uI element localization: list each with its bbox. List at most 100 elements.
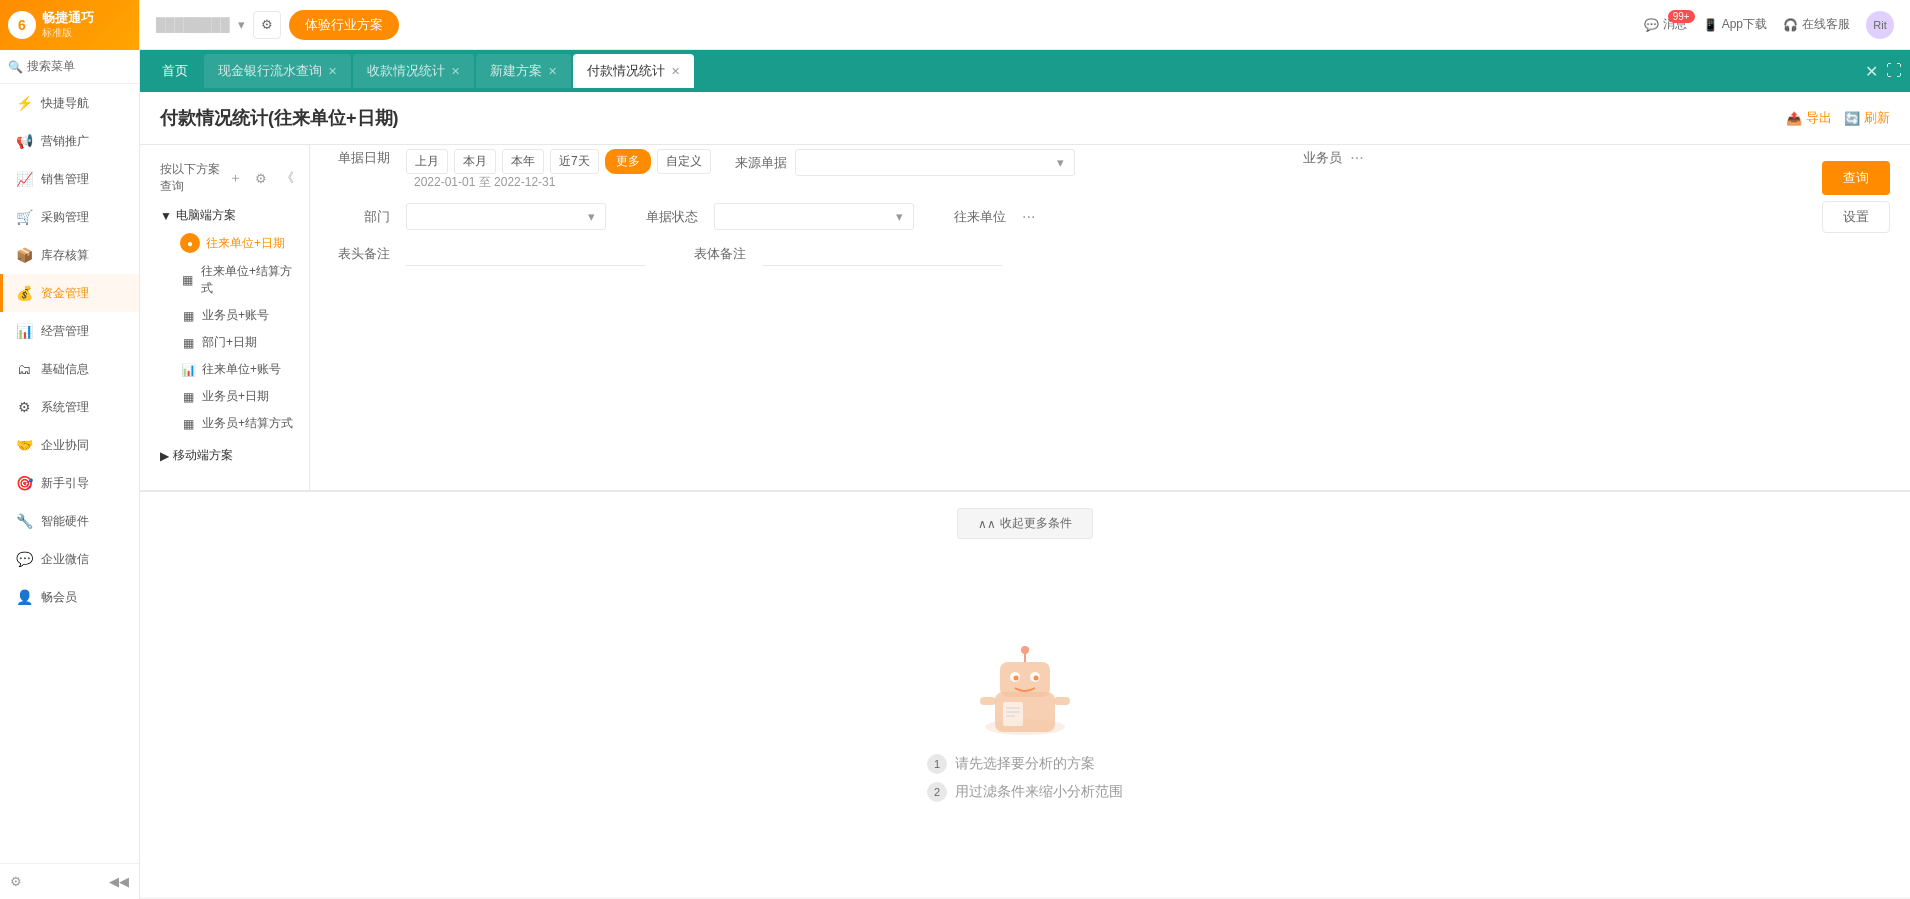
source-control: 来源单据 ▾ (727, 149, 1267, 176)
search-label: 搜索菜单 (27, 58, 75, 75)
tabbar: 首页 现金银行流水查询 ✕ 收款情况统计 ✕ 新建方案 ✕ 付款情况统计 ✕ ✕… (140, 50, 1910, 92)
staff-dots-btn[interactable]: ··· (1350, 149, 1363, 167)
source-select[interactable]: ▾ (795, 149, 1075, 176)
tab-new-scheme-close-icon[interactable]: ✕ (548, 65, 557, 78)
sidebar-search[interactable]: 🔍 搜索菜单 (0, 50, 139, 84)
date-btn-this-year[interactable]: 本年 (502, 149, 544, 174)
tab-bank[interactable]: 现金银行流水查询 ✕ (204, 54, 351, 88)
search-icon: 🔍 (8, 60, 23, 74)
status-select[interactable]: ▾ (714, 203, 914, 230)
sidebar-item-operation[interactable]: 📊 经营管理 (0, 312, 139, 350)
tab-home[interactable]: 首页 (148, 54, 202, 88)
collapse-button[interactable]: ∧∧ 收起更多条件 (957, 508, 1093, 539)
sidebar-item-member[interactable]: 👤 畅会员 (0, 578, 139, 616)
svg-rect-11 (1003, 702, 1023, 726)
query-button[interactable]: 查询 (1822, 161, 1890, 195)
app-download-btn[interactable]: 📱 App下载 (1703, 16, 1767, 33)
export-button[interactable]: 📤 导出 (1786, 109, 1832, 127)
avatar[interactable]: Rit (1866, 11, 1894, 39)
sidebar-item-label: 快捷导航 (41, 95, 89, 112)
scheme-group-mobile-header[interactable]: ▶ 移动端方案 (160, 443, 297, 468)
date-buttons: 上月 本月 本年 近7天 更多 自定义 (406, 149, 711, 174)
scheme-group-desktop-header[interactable]: ▼ 电脑端方案 (160, 203, 297, 228)
sidebar-item-enterprise[interactable]: 🤝 企业协同 (0, 426, 139, 464)
scheme-icon: ▦ (180, 416, 196, 432)
scheme-item-dept-date[interactable]: ▦ 部门+日期 (160, 329, 297, 356)
sidebar-item-wechat[interactable]: 💬 企业微信 (0, 540, 139, 578)
body-note-input[interactable] (762, 242, 1002, 266)
sidebar-item-label: 销售管理 (41, 171, 89, 188)
sales-icon: 📈 (15, 170, 33, 188)
scheme-item-staff-account[interactable]: ▦ 业务员+账号 (160, 302, 297, 329)
filter-main-wrapper: 单据日期 上月 本月 本年 近7天 更多 自定义 2022-01-01 至 20… (310, 145, 1910, 490)
empty-illustration (965, 642, 1085, 742)
tab-payment-close-icon[interactable]: ✕ (671, 65, 680, 78)
date-btn-custom[interactable]: 自定义 (657, 149, 711, 174)
topbar-left: ████████ ▾ ⚙ 体验行业方案 (156, 10, 1636, 40)
tab-maximize-icon[interactable]: ⛶ (1886, 62, 1902, 81)
add-scheme-icon[interactable]: ＋ (225, 168, 245, 188)
tab-payment[interactable]: 付款情况统计 ✕ (573, 54, 694, 88)
account-dropdown-icon[interactable]: ▾ (238, 17, 245, 32)
system-icon: ⚙ (15, 398, 33, 416)
tab-bank-close-icon[interactable]: ✕ (328, 65, 337, 78)
date-btn-last-month[interactable]: 上月 (406, 149, 448, 174)
tab-collect[interactable]: 收款情况统计 ✕ (353, 54, 474, 88)
date-btn-last-7-days[interactable]: 近7天 (550, 149, 599, 174)
date-btn-more[interactable]: 更多 (605, 149, 651, 174)
scheme-item-staff-date[interactable]: ▦ 业务员+日期 (160, 383, 297, 410)
scheme-item-label: 业务员+结算方式 (202, 415, 293, 432)
quick-nav-icon: ⚡ (15, 94, 33, 112)
mobile-scheme-group: ▶ 移动端方案 (160, 443, 297, 468)
avatar-text: Rit (1873, 19, 1886, 31)
footer-collapse-icon[interactable]: ◀◀ (109, 874, 129, 889)
date-control: 上月 本月 本年 近7天 更多 自定义 2022-01-01 至 2022-12… (406, 149, 711, 191)
partner-dots-btn[interactable]: ··· (1022, 208, 1035, 226)
sidebar-item-purchase[interactable]: 🛒 采购管理 (0, 198, 139, 236)
svg-point-10 (1021, 646, 1029, 654)
sidebar-item-inventory[interactable]: 📦 库存核算 (0, 236, 139, 274)
message-btn[interactable]: 💬 消息 99+ (1644, 16, 1687, 33)
refresh-label: 刷新 (1864, 109, 1890, 127)
empty-step-1: 1 请先选择要分析的方案 (927, 754, 1123, 774)
service-btn[interactable]: 🎧 在线客服 (1783, 16, 1850, 33)
sidebar-item-guide[interactable]: 🎯 新手引导 (0, 464, 139, 502)
date-range: 2022-01-01 至 2022-12-31 (414, 174, 711, 191)
refresh-button[interactable]: 🔄 刷新 (1844, 109, 1890, 127)
sidebar-item-hardware[interactable]: 🔧 智能硬件 (0, 502, 139, 540)
chevron-down-icon: ▼ (160, 209, 172, 223)
page-header: 付款情况统计(往来单位+日期) 📤 导出 🔄 刷新 (140, 92, 1910, 145)
sidebar-item-sales[interactable]: 📈 销售管理 (0, 160, 139, 198)
sidebar-item-basic-info[interactable]: 🗂 基础信息 (0, 350, 139, 388)
topbar-settings-btn[interactable]: ⚙ (253, 11, 281, 39)
tab-new-scheme[interactable]: 新建方案 ✕ (476, 54, 571, 88)
filter-settings-button[interactable]: 设置 (1822, 201, 1890, 233)
tab-payment-label: 付款情况统计 (587, 62, 665, 80)
footer-settings-icon[interactable]: ⚙ (10, 874, 22, 889)
trial-button[interactable]: 体验行业方案 (289, 10, 399, 40)
header-note-input[interactable] (406, 242, 646, 266)
sidebar-item-system[interactable]: ⚙ 系统管理 (0, 388, 139, 426)
sidebar-item-capital[interactable]: 💰 资金管理 (0, 274, 139, 312)
scheme-item-unit-settle[interactable]: ▦ 往来单位+结算方式 (160, 258, 297, 302)
collapse-sidebar-icon[interactable]: 《 (277, 168, 297, 188)
logo-text-block: 畅捷通巧 标准版 (42, 10, 94, 40)
sidebar-item-marketing[interactable]: 📢 营销推广 (0, 122, 139, 160)
scheme-item-unit-date[interactable]: ● 往来单位+日期 (160, 228, 297, 258)
scheme-item-unit-account[interactable]: 📊 往来单位+账号 (160, 356, 297, 383)
service-label: 在线客服 (1802, 16, 1850, 33)
dept-select[interactable]: ▾ (406, 203, 606, 230)
sidebar-item-label: 库存核算 (41, 247, 89, 264)
export-label: 导出 (1806, 109, 1832, 127)
scheme-item-staff-settle[interactable]: ▦ 业务员+结算方式 (160, 410, 297, 437)
capital-icon: 💰 (15, 284, 33, 302)
sidebar-item-label: 新手引导 (41, 475, 89, 492)
tab-home-label: 首页 (162, 62, 188, 80)
settings-scheme-icon[interactable]: ⚙ (251, 168, 271, 188)
scheme-icon: ▦ (180, 272, 195, 288)
sidebar-item-quick-nav[interactable]: ⚡ 快捷导航 (0, 84, 139, 122)
date-btn-this-month[interactable]: 本月 (454, 149, 496, 174)
logo-icon: 6 (8, 11, 36, 39)
tab-close-all-icon[interactable]: ✕ (1865, 62, 1878, 81)
tab-collect-close-icon[interactable]: ✕ (451, 65, 460, 78)
